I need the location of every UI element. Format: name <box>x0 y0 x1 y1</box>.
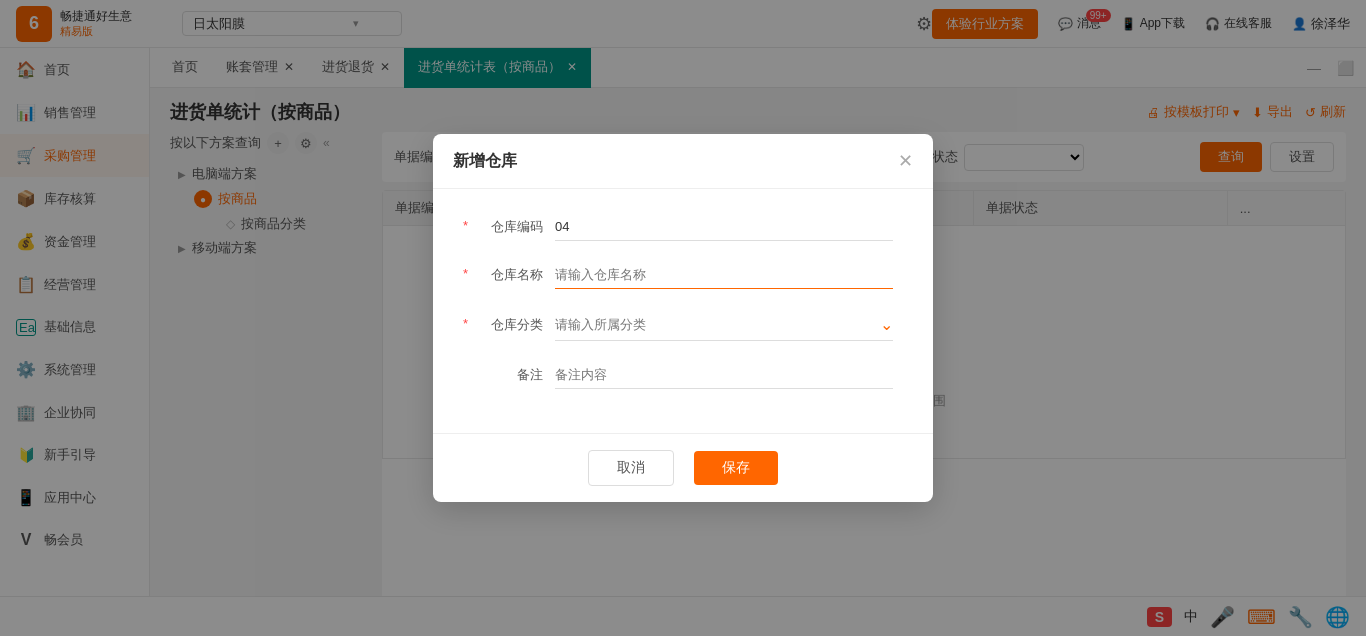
cancel-btn[interactable]: 取消 <box>588 450 674 486</box>
form-row-name: 仓库名称 <box>473 261 893 289</box>
category-select-wrap[interactable]: ⌄ <box>555 309 893 341</box>
category-input[interactable] <box>555 317 880 332</box>
code-label: 仓库编码 <box>473 218 543 236</box>
category-label: 仓库分类 <box>473 316 543 334</box>
modal-new-warehouse: 新增仓库 ✕ 仓库编码 仓库名称 仓库分类 ⌄ <box>433 134 933 502</box>
code-input[interactable] <box>555 213 893 241</box>
modal-close-btn[interactable]: ✕ <box>898 150 913 172</box>
modal-footer: 取消 保存 <box>433 433 933 502</box>
modal-header: 新增仓库 ✕ <box>433 134 933 189</box>
name-input[interactable] <box>555 261 893 289</box>
category-dropdown-icon[interactable]: ⌄ <box>880 315 893 334</box>
form-row-code: 仓库编码 <box>473 213 893 241</box>
form-row-category: 仓库分类 ⌄ <box>473 309 893 341</box>
modal-title: 新增仓库 <box>453 151 517 172</box>
modal-body: 仓库编码 仓库名称 仓库分类 ⌄ 备注 <box>433 189 933 433</box>
modal-overlay[interactable]: 新增仓库 ✕ 仓库编码 仓库名称 仓库分类 ⌄ <box>0 0 1366 636</box>
remark-input[interactable] <box>555 361 893 389</box>
remark-label: 备注 <box>473 366 543 384</box>
name-label: 仓库名称 <box>473 266 543 284</box>
save-btn[interactable]: 保存 <box>694 451 778 485</box>
form-row-remark: 备注 <box>473 361 893 389</box>
